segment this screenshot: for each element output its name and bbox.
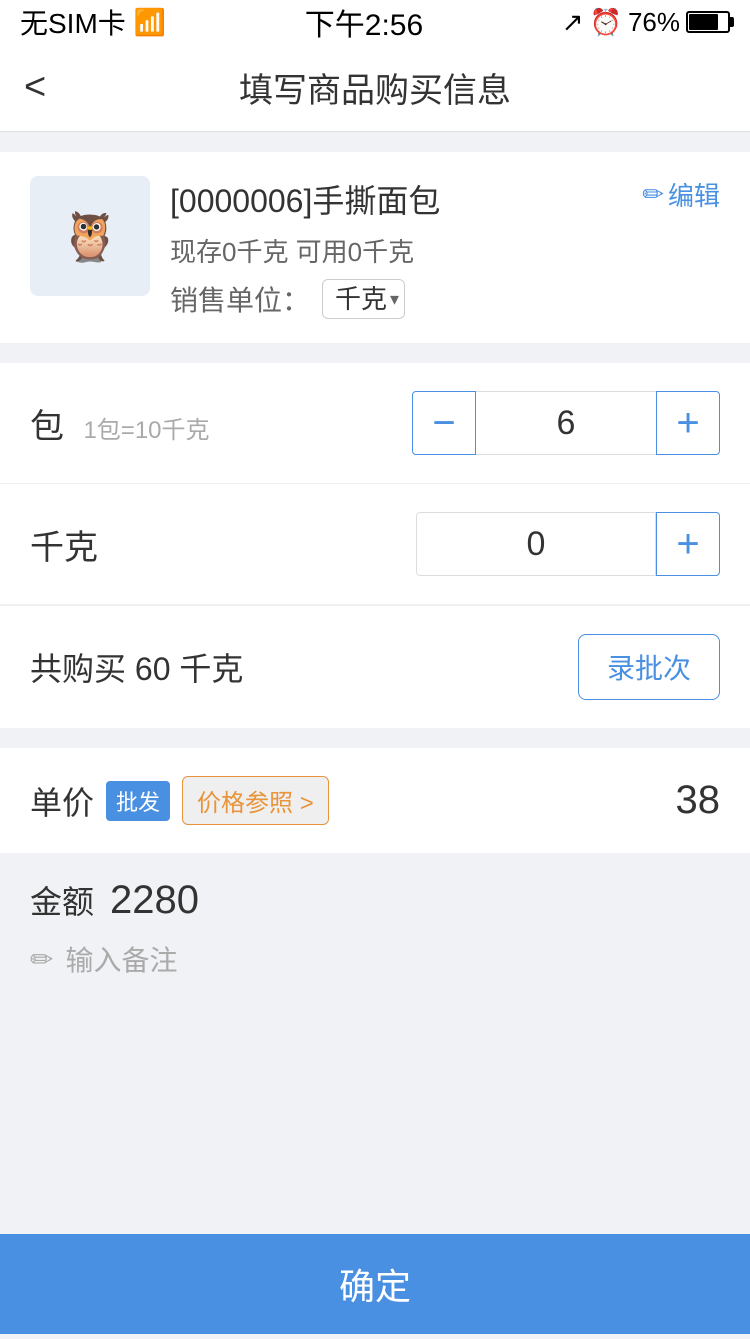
battery-percent: 76%: [628, 7, 680, 38]
input-section: 包 1包=10千克 − + 千克 + 共购买 60 千克 录批次: [0, 363, 750, 728]
unit-select[interactable]: 千克: [322, 279, 405, 319]
kg-label: 千克: [30, 520, 416, 569]
remark-icon: ✏: [30, 943, 53, 976]
bao-input[interactable]: [476, 391, 656, 455]
status-bar: 无SIM卡 📶 下午2:56 ↗ ⏰ 76%: [0, 0, 750, 44]
summary-text: 共购买 60 千克: [30, 644, 243, 690]
status-time: 下午2:56: [305, 0, 423, 44]
bao-label: 包 1包=10千克: [30, 399, 412, 448]
price-section: 单价 批发 价格参照 > 38: [0, 748, 750, 853]
kg-input[interactable]: [416, 512, 656, 576]
kg-qty-control: +: [416, 512, 720, 576]
kg-increment-button[interactable]: +: [656, 512, 720, 576]
edit-button[interactable]: ✏ 编辑: [642, 176, 720, 213]
amount-section: 金额 2280 ✏ 输入备注: [0, 853, 750, 999]
amount-row: 金额 2280: [30, 877, 720, 923]
product-info: [0000006]手撕面包 现存0千克 可用0千克 销售单位： 千克: [170, 176, 720, 319]
bao-increment-button[interactable]: +: [656, 391, 720, 455]
status-left: 无SIM卡 📶: [20, 2, 166, 42]
summary-unit: 千克: [179, 651, 243, 687]
bao-hint: 1包=10千克: [83, 417, 209, 444]
bao-qty-control: − +: [412, 391, 720, 455]
edit-icon: ✏: [642, 179, 664, 210]
price-row: 单价 批发 价格参照 > 38: [30, 776, 720, 825]
back-button[interactable]: <: [24, 66, 46, 109]
product-unit-row: 销售单位： 千克: [170, 279, 720, 319]
page-title: 填写商品购买信息: [239, 63, 511, 112]
product-card: 🦉 [0000006]手撕面包 现存0千克 可用0千克 销售单位： 千克 ✏ 编…: [0, 152, 750, 343]
remark-text: 输入备注: [65, 939, 177, 979]
product-stock: 现存0千克 可用0千克: [170, 232, 720, 269]
wifi-icon: 📶: [134, 7, 166, 38]
bao-decrement-button[interactable]: −: [412, 391, 476, 455]
status-right: ↗ ⏰ 76%: [562, 7, 730, 38]
bao-row: 包 1包=10千克 − +: [0, 363, 750, 484]
carrier-label: 无SIM卡: [20, 2, 126, 42]
summary-row: 共购买 60 千克 录批次: [0, 605, 750, 728]
product-name: [0000006]手撕面包: [170, 176, 720, 222]
alarm-icon: ⏰: [590, 7, 622, 38]
batch-button[interactable]: 录批次: [578, 634, 720, 700]
edit-label: 编辑: [668, 176, 720, 213]
remark-row[interactable]: ✏ 输入备注: [30, 939, 720, 979]
summary-quantity: 60: [135, 651, 171, 687]
location-icon: ↗: [562, 7, 584, 38]
price-ref-button[interactable]: 价格参照 >: [182, 776, 329, 825]
price-value: 38: [676, 778, 721, 823]
amount-label: 金额: [30, 877, 94, 923]
battery-icon: [686, 11, 730, 33]
product-image: 🦉: [30, 176, 150, 296]
price-label-group: 单价 批发 价格参照 >: [30, 776, 329, 825]
nav-bar: < 填写商品购买信息: [0, 44, 750, 132]
confirm-button[interactable]: 确定: [0, 1234, 750, 1334]
unit-select-wrapper[interactable]: 千克: [322, 279, 405, 319]
unit-label: 销售单位：: [170, 279, 310, 319]
amount-value: 2280: [110, 878, 199, 923]
product-logo-icon: 🦉: [60, 208, 120, 265]
kg-row: 千克 +: [0, 484, 750, 605]
price-label: 单价: [30, 778, 94, 824]
batch-tag: 批发: [106, 781, 170, 821]
